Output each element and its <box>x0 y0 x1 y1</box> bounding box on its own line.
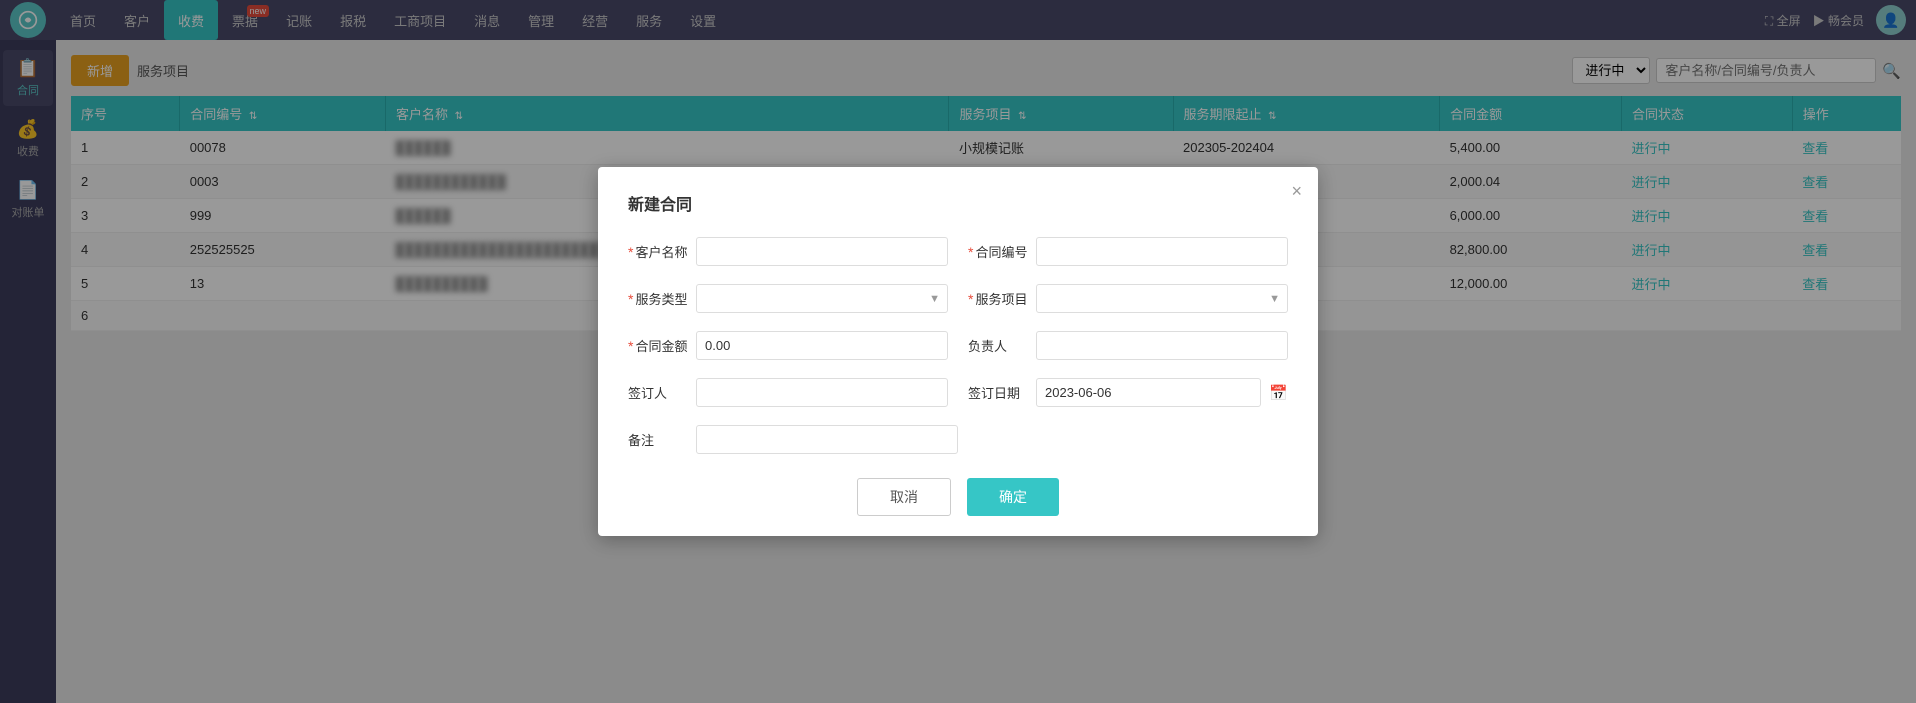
form-group-sign-date: 签订日期 📅 <box>968 378 1288 407</box>
form-group-service-type: * 服务类型 ▼ <box>628 284 948 313</box>
amount-input[interactable] <box>696 331 948 360</box>
notes-label: 备注 <box>628 430 688 449</box>
service-type-select[interactable] <box>696 284 948 313</box>
required-star-2: * <box>968 244 973 260</box>
service-type-label: * 服务类型 <box>628 289 688 308</box>
form-row-1: * 客户名称 * 合同编号 <box>628 237 1288 266</box>
form-row-5: 备注 <box>628 425 1288 454</box>
contract-no-input[interactable] <box>1036 237 1288 266</box>
form-group-notes: 备注 <box>628 425 958 454</box>
calendar-icon[interactable]: 📅 <box>1269 384 1288 402</box>
contract-no-label: * 合同编号 <box>968 242 1028 261</box>
signer-input[interactable] <box>696 378 948 407</box>
modal-overlay: × 新建合同 * 客户名称 * 合同编号 <box>0 0 1916 703</box>
form-group-responsible: 负责人 <box>968 331 1288 360</box>
form-row-4: 签订人 签订日期 📅 <box>628 378 1288 407</box>
form-group-service-item: * 服务项目 ▼ <box>968 284 1288 313</box>
form-group-customer: * 客户名称 <box>628 237 948 266</box>
sign-date-input[interactable] <box>1036 378 1261 407</box>
modal-title: 新建合同 <box>628 191 1288 215</box>
service-item-label: * 服务项目 <box>968 289 1028 308</box>
form-group-contract-no: * 合同编号 <box>968 237 1288 266</box>
signer-label: 签订人 <box>628 383 688 402</box>
form-row-3: * 合同金额 负责人 <box>628 331 1288 360</box>
required-star-5: * <box>628 338 633 354</box>
responsible-label: 负责人 <box>968 336 1028 355</box>
amount-label: * 合同金额 <box>628 336 688 355</box>
responsible-input[interactable] <box>1036 331 1288 360</box>
form-group-signer: 签订人 <box>628 378 948 407</box>
form-row-2: * 服务类型 ▼ * 服务项目 <box>628 284 1288 313</box>
confirm-button[interactable]: 确定 <box>967 478 1059 516</box>
customer-name-input[interactable] <box>696 237 948 266</box>
customer-name-label: * 客户名称 <box>628 242 688 261</box>
required-star: * <box>628 244 633 260</box>
modal-close-button[interactable]: × <box>1291 181 1302 202</box>
new-contract-modal: × 新建合同 * 客户名称 * 合同编号 <box>598 167 1318 536</box>
form-group-amount: * 合同金额 <box>628 331 948 360</box>
cancel-button[interactable]: 取消 <box>857 478 951 516</box>
required-star-3: * <box>628 291 633 307</box>
modal-footer: 取消 确定 <box>628 478 1288 516</box>
required-star-4: * <box>968 291 973 307</box>
service-item-select[interactable] <box>1036 284 1288 313</box>
notes-input[interactable] <box>696 425 958 454</box>
sign-date-label: 签订日期 <box>968 383 1028 402</box>
